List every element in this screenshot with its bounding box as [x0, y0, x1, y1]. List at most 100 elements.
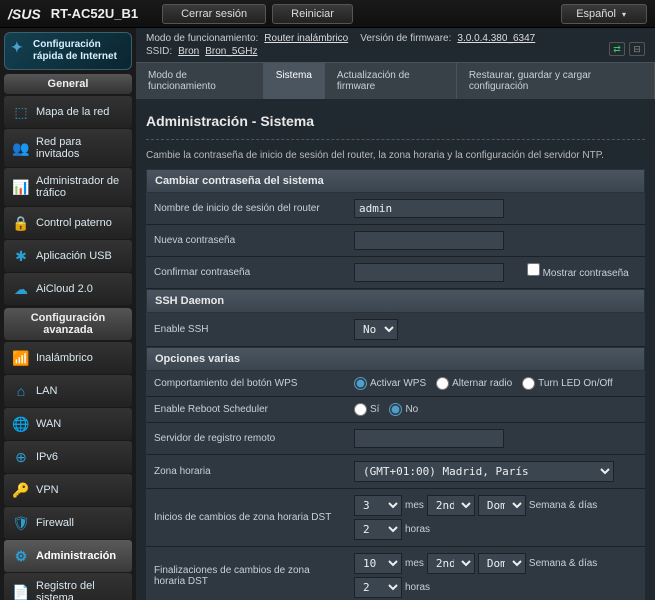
- newpw-label: Nueva contraseña: [146, 225, 346, 257]
- nav-item-aicloud-2-0[interactable]: ☁ AiCloud 2.0: [4, 273, 132, 305]
- mode-value-link[interactable]: Router inalámbrico: [264, 33, 348, 44]
- section-ssh: SSH Daemon: [146, 289, 645, 313]
- login-name-label: Nombre de inicio de sesión del router: [146, 193, 346, 225]
- ssid-label: SSID:: [146, 46, 172, 57]
- wps-radio-2[interactable]: [522, 377, 535, 390]
- wps-radio-1[interactable]: [436, 377, 449, 390]
- enable-ssh-label: Enable SSH: [146, 313, 346, 347]
- tab-sistema[interactable]: Sistema: [264, 63, 325, 99]
- mode-label: Modo de funcionamiento:: [146, 33, 258, 44]
- showpw-label: Mostrar contraseña: [543, 268, 629, 279]
- nav-label: Registro del sistema: [36, 580, 124, 600]
- nav-item-firewall[interactable]: 🛡Firewall: [4, 507, 132, 539]
- nav-label: Administrador de tráfico: [36, 175, 124, 199]
- nav-item-red-para-invitados[interactable]: 👥 Red para invitados: [4, 129, 132, 167]
- dst-text: mes: [405, 500, 424, 511]
- nav-item-administraci-n[interactable]: ⚙ Administración: [4, 540, 132, 572]
- nav-icon: 👥: [12, 139, 30, 157]
- nav-item-aplicaci-n-usb[interactable]: ✱ Aplicación USB: [4, 240, 132, 272]
- nav-label: LAN: [36, 385, 57, 397]
- sidebar: Configuración rápida de Internet General…: [0, 28, 136, 600]
- showpw-checkbox[interactable]: [527, 263, 540, 276]
- reboot-no-radio[interactable]: [389, 403, 402, 416]
- dst-end-hour-select[interactable]: 2: [354, 577, 402, 598]
- page-desc: Cambie la contraseña de inicio de sesión…: [146, 150, 645, 161]
- nav-item-registro-del-sistema[interactable]: 📄 Registro del sistema: [4, 573, 132, 600]
- reboot-yes-radio[interactable]: [354, 403, 367, 416]
- wps-opt-label: Alternar radio: [452, 378, 512, 389]
- nav-label: VPN: [36, 484, 59, 496]
- nav-item-lan[interactable]: ⌂ LAN: [4, 375, 132, 407]
- syslog-label: Servidor de registro remoto: [146, 423, 346, 455]
- logout-button[interactable]: Cerrar sesión: [162, 4, 266, 24]
- nav-icon: 🌐: [12, 415, 30, 433]
- nav-item-mapa-de-la-red[interactable]: ⬚ Mapa de la red: [4, 96, 132, 128]
- wps-opt-label: Turn LED On/Off: [538, 378, 612, 389]
- nav-icon: 🛡: [12, 514, 30, 532]
- tz-label: Zona horaria: [146, 455, 346, 489]
- nav-icon: ☁: [12, 280, 30, 298]
- section-misc: Opciones varias: [146, 347, 645, 371]
- tab-actualizaci-n-de-firmware[interactable]: Actualización de firmware: [325, 63, 457, 99]
- wps-opt-label: Activar WPS: [370, 378, 426, 389]
- language-select[interactable]: Español: [561, 4, 647, 24]
- dst-start-month-select[interactable]: 3: [354, 495, 402, 516]
- status-icon-usb[interactable]: ⊟: [629, 42, 645, 56]
- nav-icon: 📶: [12, 349, 30, 367]
- nav-icon: ✱: [12, 247, 30, 265]
- dst-end-label: Finalizaciones de cambios de zona horari…: [146, 547, 346, 600]
- nav-item-wan[interactable]: 🌐 WAN: [4, 408, 132, 440]
- nav-label: WAN: [36, 418, 61, 430]
- nav-icon: ⚙: [12, 547, 30, 565]
- section-general: General: [4, 74, 132, 94]
- reboot-button[interactable]: Reiniciar: [272, 4, 353, 24]
- wps-label: Comportamiento del botón WPS: [146, 371, 346, 397]
- enable-ssh-select[interactable]: No: [354, 319, 398, 340]
- nav-label: IPv6: [36, 451, 58, 463]
- dst-start-week-select[interactable]: 2nd: [427, 495, 475, 516]
- tab-modo-de-funcionamiento[interactable]: Modo de funcionamiento: [136, 63, 264, 99]
- main-panel: Modo de funcionamiento: Router inalámbri…: [136, 28, 655, 600]
- wps-radio-0[interactable]: [354, 377, 367, 390]
- dst-text: horas: [405, 582, 430, 593]
- dst-start-label: Inicios de cambios de zona horaria DST: [146, 489, 346, 547]
- fw-label: Versión de firmware:: [360, 33, 451, 44]
- model-name: RT-AC52U_B1: [51, 6, 138, 21]
- tz-select[interactable]: (GMT+01:00) Madrid, París: [354, 461, 614, 482]
- confirm-label: Confirmar contraseña: [146, 257, 346, 289]
- dst-start-day-select[interactable]: Dom: [478, 495, 526, 516]
- fw-value-link[interactable]: 3.0.0.4.380_6347: [457, 33, 535, 44]
- status-icon-link[interactable]: ⇄: [609, 42, 625, 56]
- syslog-input[interactable]: [354, 429, 504, 448]
- nav-label: Inalámbrico: [36, 352, 93, 364]
- quick-setup-button[interactable]: Configuración rápida de Internet: [4, 32, 132, 70]
- newpw-input[interactable]: [354, 231, 504, 250]
- dst-end-week-select[interactable]: 2nd: [427, 553, 475, 574]
- ssid1-link[interactable]: Bron: [178, 46, 199, 57]
- dst-end-month-select[interactable]: 10: [354, 553, 402, 574]
- nav-icon: 🔑: [12, 481, 30, 499]
- dst-end-day-select[interactable]: Dom: [478, 553, 526, 574]
- page-title: Administración - Sistema: [146, 107, 645, 140]
- login-name-input[interactable]: [354, 199, 504, 218]
- nav-icon: ⬚: [12, 103, 30, 121]
- nav-item-administrador-de-tr-fico[interactable]: 📊Administrador de tráfico: [4, 168, 132, 206]
- nav-icon: 📄: [12, 583, 30, 600]
- nav-item-ipv6[interactable]: ⊕IPv6: [4, 441, 132, 473]
- tab-bar: Modo de funcionamientoSistemaActualizaci…: [136, 62, 655, 99]
- nav-label: Aplicación USB: [36, 250, 112, 262]
- nav-item-vpn[interactable]: 🔑 VPN: [4, 474, 132, 506]
- dst-start-hour-select[interactable]: 2: [354, 519, 402, 540]
- nav-icon: 🔒: [12, 214, 30, 232]
- nav-label: Mapa de la red: [36, 106, 109, 118]
- nav-item-inal-mbrico[interactable]: 📶 Inalámbrico: [4, 342, 132, 374]
- dst-text: Semana & días: [529, 558, 597, 569]
- ssid2-link[interactable]: Bron_5GHz: [205, 46, 257, 57]
- nav-label: Administración: [36, 550, 116, 562]
- nav-label: AiCloud 2.0: [36, 283, 93, 295]
- nav-label: Red para invitados: [36, 136, 124, 160]
- nav-icon: ⌂: [12, 382, 30, 400]
- nav-item-control-paterno[interactable]: 🔒Control paterno: [4, 207, 132, 239]
- confirm-input[interactable]: [354, 263, 504, 282]
- tab-restaurar-guardar-y-cargar-configuraci-n[interactable]: Restaurar, guardar y cargar configuració…: [457, 63, 655, 99]
